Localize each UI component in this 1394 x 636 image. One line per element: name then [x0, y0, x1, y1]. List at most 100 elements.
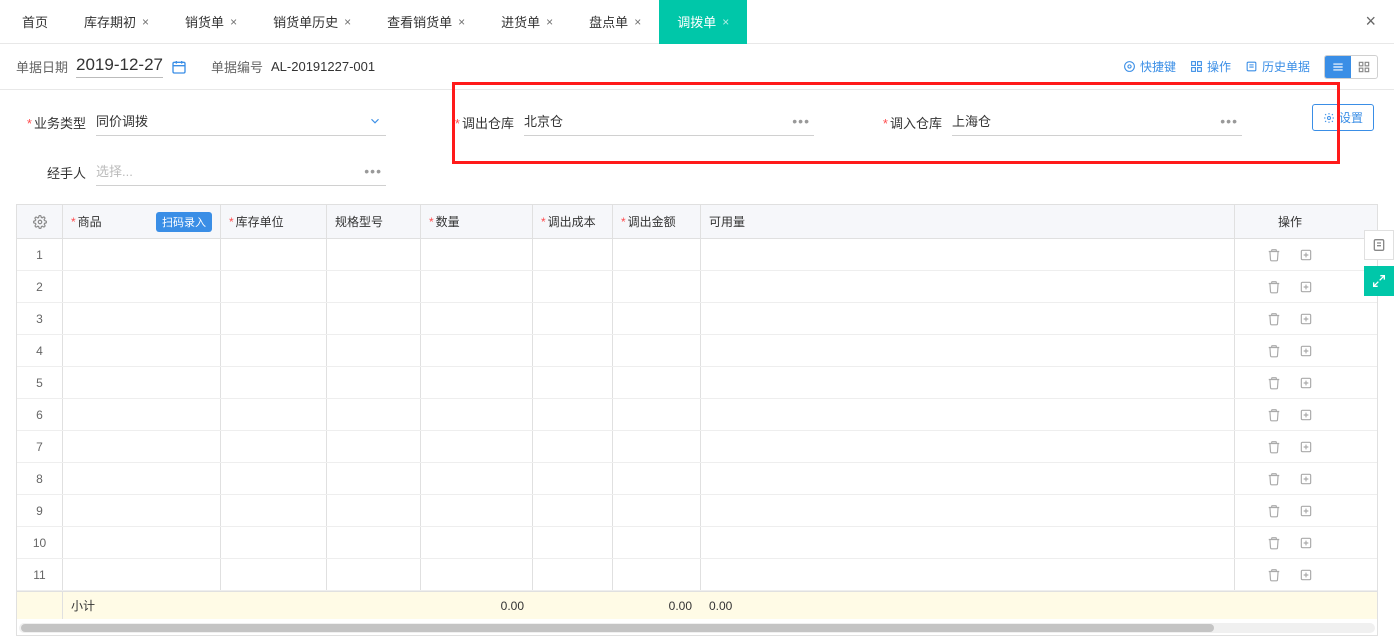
cell-cost[interactable] — [533, 335, 613, 366]
tab-view-sales[interactable]: 查看销货单× — [369, 0, 483, 44]
cell-avail[interactable] — [701, 527, 1235, 558]
cell-amt[interactable] — [613, 399, 701, 430]
close-icon[interactable]: × — [142, 15, 149, 29]
delete-row-icon[interactable] — [1267, 568, 1281, 582]
cell-cost[interactable] — [533, 431, 613, 462]
close-icon[interactable]: × — [458, 15, 465, 29]
add-row-icon[interactable] — [1299, 280, 1313, 294]
close-icon[interactable]: × — [634, 15, 641, 29]
add-row-icon[interactable] — [1299, 440, 1313, 454]
table-row[interactable]: 5 — [17, 367, 1377, 399]
cell-avail[interactable] — [701, 367, 1235, 398]
add-row-icon[interactable] — [1299, 408, 1313, 422]
delete-row-icon[interactable] — [1267, 280, 1281, 294]
add-row-icon[interactable] — [1299, 536, 1313, 550]
cell-spec[interactable] — [327, 463, 421, 494]
cell-amt[interactable] — [613, 463, 701, 494]
cell-cost[interactable] — [533, 367, 613, 398]
delete-row-icon[interactable] — [1267, 536, 1281, 550]
table-row[interactable]: 4 — [17, 335, 1377, 367]
delete-row-icon[interactable] — [1267, 248, 1281, 262]
delete-row-icon[interactable] — [1267, 440, 1281, 454]
table-row[interactable]: 2 — [17, 271, 1377, 303]
add-row-icon[interactable] — [1299, 472, 1313, 486]
cell-amt[interactable] — [613, 239, 701, 270]
table-row[interactable]: 3 — [17, 303, 1377, 335]
cell-cost[interactable] — [533, 495, 613, 526]
cell-spec[interactable] — [327, 303, 421, 334]
cell-product[interactable] — [63, 527, 221, 558]
dock-expand-icon[interactable] — [1364, 266, 1394, 296]
cell-unit[interactable] — [221, 303, 327, 334]
history-link[interactable]: 历史单据 — [1245, 58, 1310, 75]
table-row[interactable]: 6 — [17, 399, 1377, 431]
cell-product[interactable] — [63, 431, 221, 462]
cell-avail[interactable] — [701, 239, 1235, 270]
cell-qty[interactable] — [421, 367, 533, 398]
cell-spec[interactable] — [327, 559, 421, 590]
table-row[interactable]: 9 — [17, 495, 1377, 527]
dock-note-icon[interactable] — [1364, 230, 1394, 260]
cell-spec[interactable] — [327, 527, 421, 558]
cell-product[interactable] — [63, 303, 221, 334]
out-warehouse-select[interactable]: 北京仓 ••• — [524, 108, 814, 136]
cell-qty[interactable] — [421, 431, 533, 462]
cell-avail[interactable] — [701, 559, 1235, 590]
cell-amt[interactable] — [613, 367, 701, 398]
cell-product[interactable] — [63, 271, 221, 302]
cell-cost[interactable] — [533, 559, 613, 590]
cell-spec[interactable] — [327, 495, 421, 526]
close-icon[interactable]: × — [722, 15, 729, 29]
calendar-icon[interactable] — [171, 59, 187, 75]
cell-unit[interactable] — [221, 463, 327, 494]
cell-unit[interactable] — [221, 335, 327, 366]
tab-sales[interactable]: 销货单× — [167, 0, 255, 44]
table-row[interactable]: 8 — [17, 463, 1377, 495]
close-icon[interactable]: × — [344, 15, 351, 29]
col-settings-icon[interactable] — [17, 205, 63, 238]
cell-spec[interactable] — [327, 431, 421, 462]
cell-amt[interactable] — [613, 559, 701, 590]
tabs-close-all-icon[interactable]: × — [1351, 11, 1390, 32]
scan-badge[interactable]: 扫码录入 — [156, 212, 212, 232]
cell-qty[interactable] — [421, 463, 533, 494]
cell-amt[interactable] — [613, 527, 701, 558]
cell-product[interactable] — [63, 335, 221, 366]
cell-product[interactable] — [63, 495, 221, 526]
shortcut-link[interactable]: 快捷键 — [1123, 58, 1176, 75]
cell-unit[interactable] — [221, 271, 327, 302]
cell-avail[interactable] — [701, 431, 1235, 462]
cell-avail[interactable] — [701, 399, 1235, 430]
cell-avail[interactable] — [701, 335, 1235, 366]
delete-row-icon[interactable] — [1267, 312, 1281, 326]
view-grid-icon[interactable] — [1351, 56, 1377, 78]
tab-sales-history[interactable]: 销货单历史× — [255, 0, 369, 44]
tab-purchase[interactable]: 进货单× — [483, 0, 571, 44]
delete-row-icon[interactable] — [1267, 344, 1281, 358]
cell-amt[interactable] — [613, 495, 701, 526]
cell-avail[interactable] — [701, 495, 1235, 526]
add-row-icon[interactable] — [1299, 312, 1313, 326]
cell-spec[interactable] — [327, 367, 421, 398]
cell-qty[interactable] — [421, 495, 533, 526]
add-row-icon[interactable] — [1299, 504, 1313, 518]
cell-unit[interactable] — [221, 239, 327, 270]
cell-qty[interactable] — [421, 335, 533, 366]
table-row[interactable]: 11 — [17, 559, 1377, 591]
cell-product[interactable] — [63, 399, 221, 430]
cell-cost[interactable] — [533, 303, 613, 334]
cell-unit[interactable] — [221, 367, 327, 398]
add-row-icon[interactable] — [1299, 344, 1313, 358]
tab-stock-init[interactable]: 库存期初× — [66, 0, 167, 44]
close-icon[interactable]: × — [546, 15, 553, 29]
cell-cost[interactable] — [533, 527, 613, 558]
cell-spec[interactable] — [327, 335, 421, 366]
view-list-icon[interactable] — [1325, 56, 1351, 78]
delete-row-icon[interactable] — [1267, 504, 1281, 518]
cell-spec[interactable] — [327, 239, 421, 270]
cell-unit[interactable] — [221, 399, 327, 430]
settings-button[interactable]: 设置 — [1312, 104, 1374, 131]
cell-cost[interactable] — [533, 463, 613, 494]
cell-product[interactable] — [63, 367, 221, 398]
date-value[interactable]: 2019-12-27 — [76, 55, 163, 78]
